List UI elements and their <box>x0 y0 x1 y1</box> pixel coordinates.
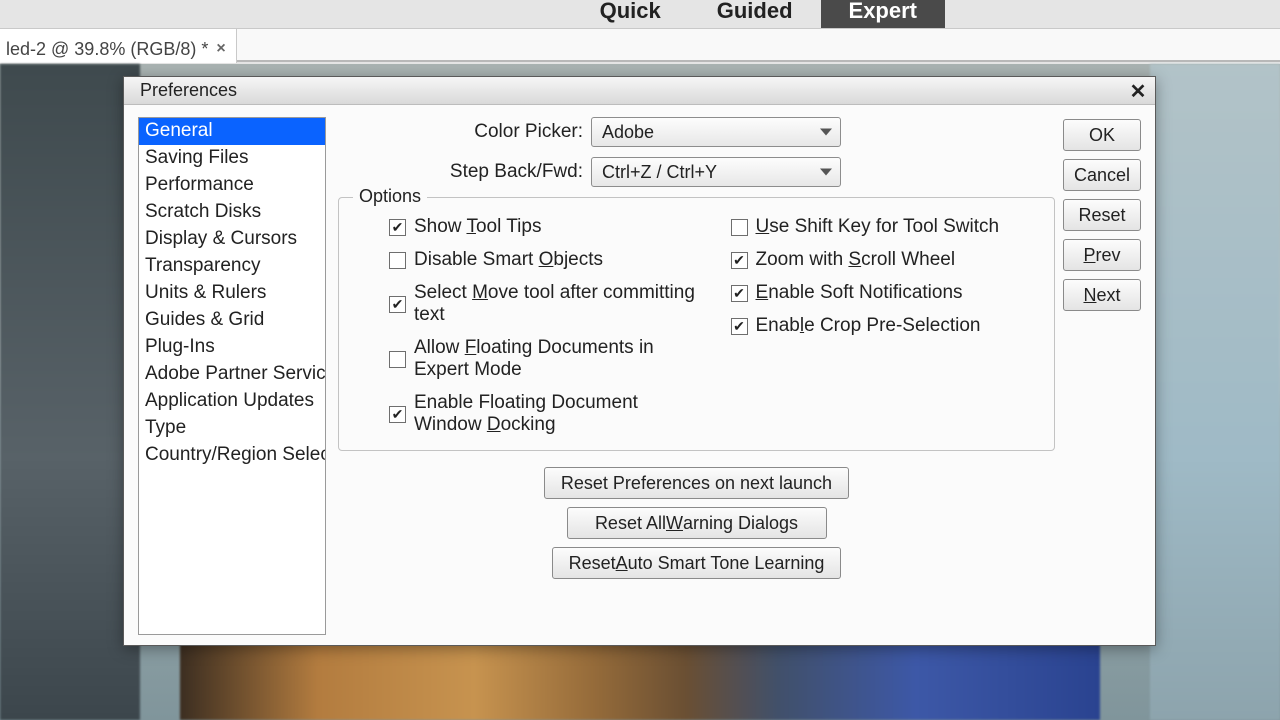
option-label: Select Move tool after committing text <box>414 282 697 326</box>
canvas-bg-right <box>1150 64 1280 720</box>
option-checkbox-row[interactable]: Enable Floating Document Window Docking <box>355 392 697 436</box>
option-label: Enable Floating Document Window Docking <box>414 392 697 436</box>
category-item[interactable]: Country/Region Selection <box>139 442 325 469</box>
reset-button[interactable]: Reset <box>1063 199 1141 231</box>
canvas-bg-bottom <box>180 640 1100 720</box>
checkbox-icon[interactable] <box>731 252 748 269</box>
step-back-fwd-value: Ctrl+Z / Ctrl+Y <box>602 162 717 183</box>
checkbox-icon[interactable] <box>389 252 406 269</box>
option-label: Show Tool Tips <box>414 216 541 238</box>
prev-button[interactable]: Prev <box>1063 239 1141 271</box>
category-item[interactable]: Guides & Grid <box>139 307 325 334</box>
mode-bar: Quick Guided Expert <box>0 0 1280 28</box>
option-checkbox-row[interactable]: Select Move tool after committing text <box>355 282 697 326</box>
cancel-button[interactable]: Cancel <box>1063 159 1141 191</box>
option-label: Enable Soft Notifications <box>756 282 963 304</box>
chevron-down-icon <box>820 169 832 176</box>
checkbox-icon[interactable] <box>389 296 406 313</box>
option-label: Disable Smart Objects <box>414 249 603 271</box>
preferences-dialog: Preferences ✕ GeneralSaving FilesPerform… <box>123 76 1156 646</box>
checkbox-icon[interactable] <box>731 318 748 335</box>
dialog-button-column: OK Cancel Reset Prev Next <box>1063 119 1141 311</box>
category-item[interactable]: Transparency <box>139 253 325 280</box>
checkbox-icon[interactable] <box>731 219 748 236</box>
document-tabbar: led-2 @ 39.8% (RGB/8) * × <box>0 28 1280 62</box>
dialog-title: Preferences <box>140 80 237 101</box>
checkbox-icon[interactable] <box>389 406 406 423</box>
category-item[interactable]: Scratch Disks <box>139 199 325 226</box>
option-label: Enable Crop Pre-Selection <box>756 315 981 337</box>
next-button[interactable]: Next <box>1063 279 1141 311</box>
document-tab-label: led-2 @ 39.8% (RGB/8) * <box>6 39 208 60</box>
option-checkbox-row[interactable]: Show Tool Tips <box>355 216 697 238</box>
checkbox-icon[interactable] <box>389 351 406 368</box>
options-col-right: Use Shift Key for Tool Switch Zoom with S… <box>697 216 1039 436</box>
option-checkbox-row[interactable]: Allow Floating Documents in Expert Mode <box>355 337 697 381</box>
category-item[interactable]: General <box>139 118 325 145</box>
step-back-fwd-dropdown[interactable]: Ctrl+Z / Ctrl+Y <box>591 157 841 187</box>
category-item[interactable]: Application Updates <box>139 388 325 415</box>
option-checkbox-row[interactable]: Use Shift Key for Tool Switch <box>697 216 1039 238</box>
category-item[interactable]: Adobe Partner Services <box>139 361 325 388</box>
option-checkbox-row[interactable]: Enable Crop Pre-Selection <box>697 315 1039 337</box>
close-icon[interactable]: × <box>216 40 225 58</box>
category-item[interactable]: Plug-Ins <box>139 334 325 361</box>
step-back-fwd-row: Step Back/Fwd: Ctrl+Z / Ctrl+Y <box>338 157 1055 187</box>
color-picker-value: Adobe <box>602 122 654 143</box>
category-item[interactable]: Saving Files <box>139 145 325 172</box>
category-item[interactable]: Type <box>139 415 325 442</box>
category-item[interactable]: Performance <box>139 172 325 199</box>
option-checkbox-row[interactable]: Enable Soft Notifications <box>697 282 1039 304</box>
canvas-bg-left <box>0 64 140 720</box>
option-label: Use Shift Key for Tool Switch <box>756 216 1000 238</box>
reset-action-button[interactable]: Reset Preferences on next launch <box>544 467 849 499</box>
dialog-titlebar: Preferences ✕ <box>124 77 1155 105</box>
dialog-body: GeneralSaving FilesPerformanceScratch Di… <box>124 105 1155 645</box>
category-item[interactable]: Display & Cursors <box>139 226 325 253</box>
step-back-fwd-label: Step Back/Fwd: <box>338 161 583 183</box>
option-checkbox-row[interactable]: Disable Smart Objects <box>355 249 697 271</box>
option-checkbox-row[interactable]: Zoom with Scroll Wheel <box>697 249 1039 271</box>
chevron-down-icon <box>820 129 832 136</box>
checkbox-icon[interactable] <box>731 285 748 302</box>
option-label: Allow Floating Documents in Expert Mode <box>414 337 697 381</box>
document-tab[interactable]: led-2 @ 39.8% (RGB/8) * × <box>0 29 237 63</box>
main-pane: Color Picker: Adobe Step Back/Fwd: Ctrl+… <box>338 117 1055 631</box>
color-picker-label: Color Picker: <box>338 121 583 143</box>
color-picker-row: Color Picker: Adobe <box>338 117 1055 147</box>
color-picker-dropdown[interactable]: Adobe <box>591 117 841 147</box>
options-col-left: Show Tool Tips Disable Smart Objects Selec… <box>355 216 697 436</box>
option-label: Zoom with Scroll Wheel <box>756 249 956 271</box>
category-item[interactable]: Units & Rulers <box>139 280 325 307</box>
category-list: GeneralSaving FilesPerformanceScratch Di… <box>138 117 326 635</box>
reset-buttons: Reset Preferences on next launch Reset Al… <box>338 467 1055 579</box>
dialog-close-icon[interactable]: ✕ <box>1127 80 1149 102</box>
options-legend: Options <box>353 186 427 207</box>
options-group: Options Show Tool TipsDisable Smart Obje… <box>338 197 1055 451</box>
ok-button[interactable]: OK <box>1063 119 1141 151</box>
reset-action-button[interactable]: Reset Auto Smart Tone Learning <box>552 547 842 579</box>
checkbox-icon[interactable] <box>389 219 406 236</box>
reset-action-button[interactable]: Reset All Warning Dialogs <box>567 507 827 539</box>
